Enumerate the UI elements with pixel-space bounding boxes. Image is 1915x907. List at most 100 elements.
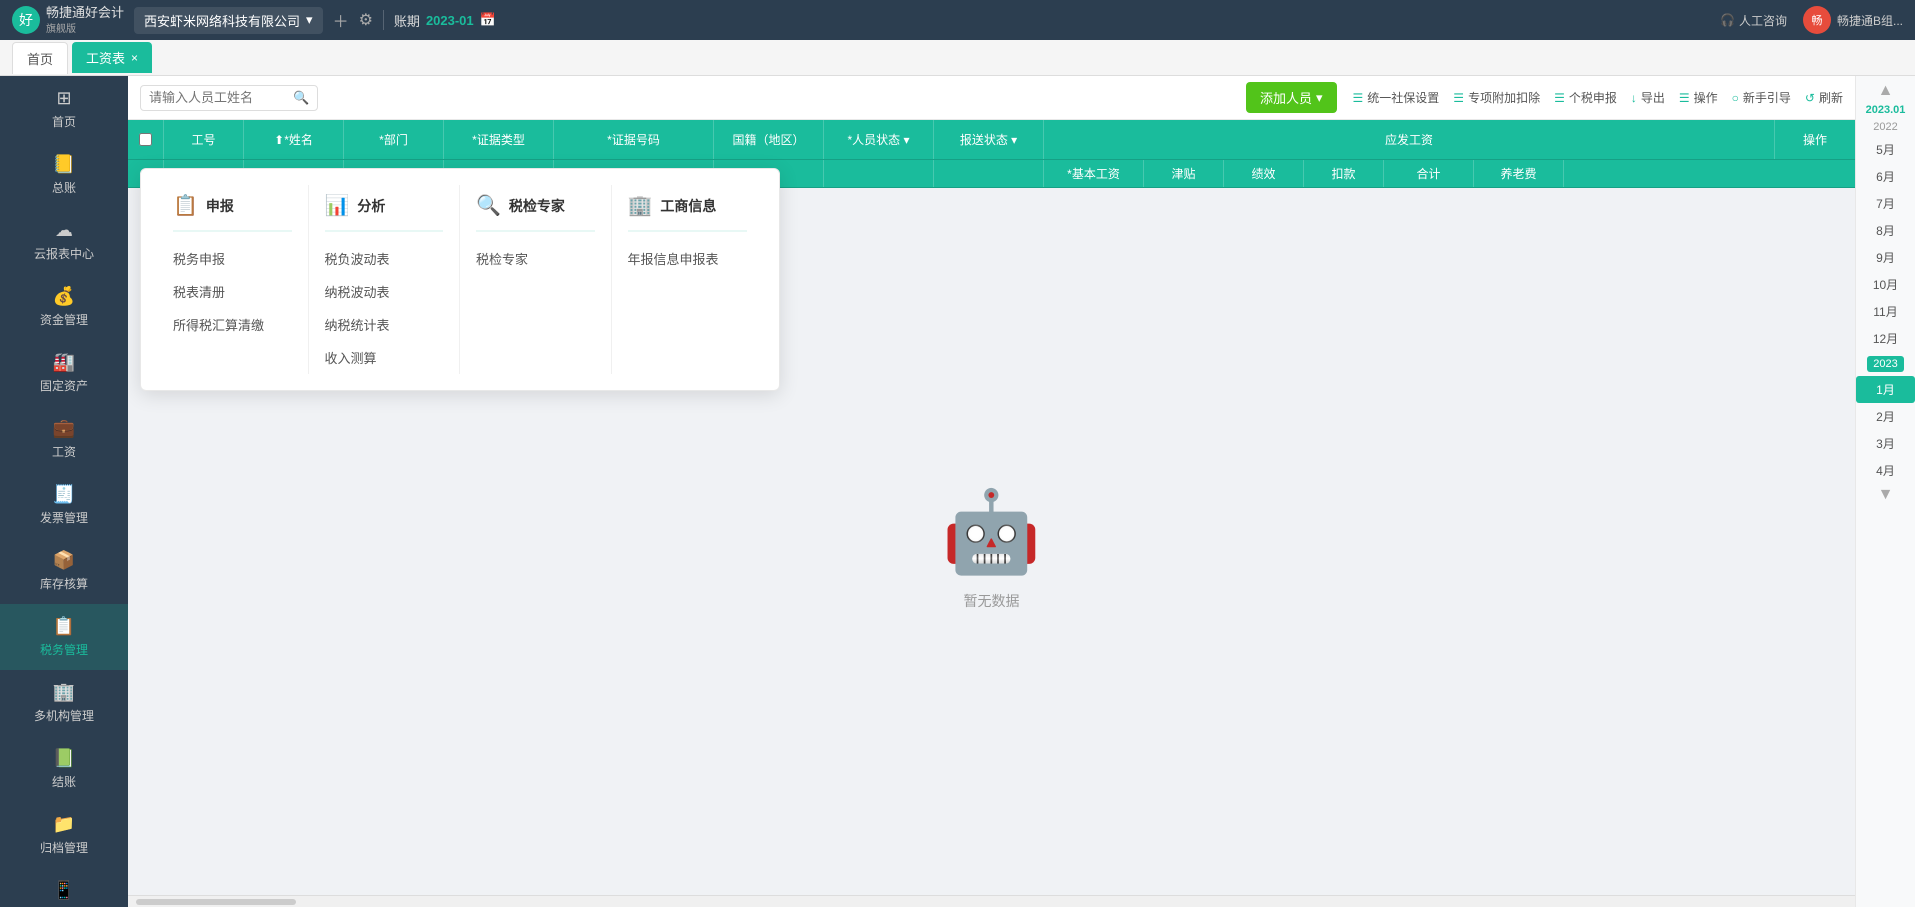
cal-month-2023-2月[interactable]: 2月 xyxy=(1856,403,1915,430)
search-input[interactable] xyxy=(149,90,289,105)
calendar-icon[interactable]: 📅 xyxy=(480,12,496,28)
cal-month-2022-7月[interactable]: 7月 xyxy=(1856,190,1915,217)
action-icon-0: ☰ xyxy=(1353,91,1364,105)
dropdown-item-1-3[interactable]: 收入测算 xyxy=(325,341,444,374)
empty-text: 暂无数据 xyxy=(964,591,1020,611)
scrollbar-area[interactable] xyxy=(128,895,1855,907)
th-perf: 绩效 xyxy=(1224,160,1304,187)
sidebar-label-11: 归档管理 xyxy=(40,839,88,856)
sidebar-icon-2: ☁ xyxy=(55,220,73,241)
sidebar-item-库存核算[interactable]: 📦 库存核算 xyxy=(0,538,128,604)
dropdown-item-0-0[interactable]: 税务申报 xyxy=(173,242,292,275)
user-area[interactable]: 畅 畅捷通B组... xyxy=(1803,6,1903,34)
dropdown-item-0-1[interactable]: 税表清册 xyxy=(173,275,292,308)
sidebar-item-结账[interactable]: 📗 结账 xyxy=(0,736,128,802)
dropdown-item-3-0[interactable]: 年报信息申报表 xyxy=(628,242,748,275)
main-layout: ⊞ 首页 📒 总账 ☁ 云报表中心 💰 资金管理 🏭 固定资产 💼 工资 🧾 发… xyxy=(0,76,1915,907)
toolbar-action-6[interactable]: ↺ 刷新 xyxy=(1805,89,1843,106)
cal-nav-down[interactable]: ▼ xyxy=(1878,484,1894,506)
sidebar-item-发票管理[interactable]: 🧾 发票管理 xyxy=(0,472,128,538)
cal-month-2022-10月[interactable]: 10月 xyxy=(1856,271,1915,298)
sidebar-icon-0: ⊞ xyxy=(56,88,71,109)
dropdown-section-zhuanjia: 🔍 税检专家 税检专家 xyxy=(460,185,612,374)
sidebar-item-归档管理[interactable]: 📁 归档管理 xyxy=(0,802,128,868)
toolbar-action-4[interactable]: ☰操作 xyxy=(1679,89,1718,106)
content-area: 🔍 添加人员 ▾ ☰统一社保设置☰专项附加扣除☰个税申报↓导出☰操作○新手引导↺… xyxy=(128,76,1855,907)
sidebar-item-资金管理[interactable]: 💰 资金管理 xyxy=(0,274,128,340)
sidebar-icon-11: 📁 xyxy=(53,814,75,835)
period-display: 2023.01 xyxy=(1866,102,1906,118)
sidebar-label-6: 发票管理 xyxy=(40,509,88,526)
tab-home[interactable]: 首页 xyxy=(12,42,68,74)
scrollbar-thumb[interactable] xyxy=(136,899,296,905)
dropdown-item-1-2[interactable]: 纳税统计表 xyxy=(325,308,444,341)
sidebar-icon-8: 📋 xyxy=(53,616,75,637)
cal-month-2022-6月[interactable]: 6月 xyxy=(1856,163,1915,190)
logo-text: 畅捷通好会计 xyxy=(46,5,124,21)
toolbar-actions: ☰统一社保设置☰专项附加扣除☰个税申报↓导出☰操作○新手引导↺刷新 xyxy=(1353,89,1843,106)
th-pension: 养老费 xyxy=(1474,160,1564,187)
th-area: 国籍（地区） xyxy=(714,120,824,159)
dropdown-item-2-0[interactable]: 税检专家 xyxy=(476,242,595,275)
toolbar-action-5[interactable]: ○新手引导 xyxy=(1732,89,1791,106)
sidebar-label-1: 总账 xyxy=(52,179,76,196)
tab-payroll[interactable]: 工资表 × xyxy=(72,42,152,73)
th-salary-group: 应发工资 xyxy=(1044,120,1775,159)
cal-month-2022-5月[interactable]: 5月 xyxy=(1856,136,1915,163)
sidebar-item-首页[interactable]: ⊞ 首页 xyxy=(0,76,128,142)
period-label: 账期 xyxy=(394,11,420,30)
sidebar-item-税务管理[interactable]: 📋 税务管理 xyxy=(0,604,128,670)
cal-month-2022-12月[interactable]: 12月 xyxy=(1856,325,1915,352)
add-company-icon[interactable]: ＋ xyxy=(333,8,349,32)
cal-month-2022-9月[interactable]: 9月 xyxy=(1856,244,1915,271)
cal-month-2023-3月[interactable]: 3月 xyxy=(1856,430,1915,457)
action-label-2: 个税申报 xyxy=(1569,89,1617,106)
section-title-0: 申报 xyxy=(206,196,234,216)
sidebar-item-固定资产[interactable]: 🏭 固定资产 xyxy=(0,340,128,406)
section-icon-3: 🏢 xyxy=(628,193,653,218)
divider xyxy=(383,10,384,30)
tab-payroll-label: 工资表 xyxy=(86,48,125,67)
tab-close-icon[interactable]: × xyxy=(131,51,138,65)
toolbar-action-3[interactable]: ↓导出 xyxy=(1631,89,1665,106)
sidebar-item-云报表中心[interactable]: ☁ 云报表中心 xyxy=(0,208,128,274)
cal-month-2022-8月[interactable]: 8月 xyxy=(1856,217,1915,244)
action-label-1: 专项附加扣除 xyxy=(1468,89,1540,106)
th-checkbox[interactable] xyxy=(128,120,164,159)
toolbar-action-2[interactable]: ☰个税申报 xyxy=(1554,89,1617,106)
sidebar-icon-9: 🏢 xyxy=(53,682,75,703)
dropdown-item-1-1[interactable]: 纳税波动表 xyxy=(325,275,444,308)
th-total: 合计 xyxy=(1384,160,1474,187)
toolbar-action-0[interactable]: ☰统一社保设置 xyxy=(1353,89,1440,106)
dropdown-section-fenxi: 📊 分析 税负波动表纳税波动表纳税统计表收入测算 xyxy=(309,185,461,374)
sidebar-item-多机构管理[interactable]: 🏢 多机构管理 xyxy=(0,670,128,736)
sidebar-icon-4: 🏭 xyxy=(53,352,75,373)
company-selector[interactable]: 西安虾米网络科技有限公司 ▾ xyxy=(134,7,323,34)
dropdown-overlay: 📋 申报 税务申报税表清册所得税汇算清缴 📊 分析 税负波动表纳税波动表纳税统计… xyxy=(140,168,780,391)
logo-icon: 好 xyxy=(12,6,40,34)
dropdown-item-0-2[interactable]: 所得税汇算清缴 xyxy=(173,308,292,341)
cal-month-2023-4月[interactable]: 4月 xyxy=(1856,457,1915,484)
section-icon-1: 📊 xyxy=(325,193,350,218)
add-chevron-icon: ▾ xyxy=(1316,90,1323,106)
sidebar-item-小畅报销[interactable]: 📱 小畅报销 xyxy=(0,868,128,907)
settings-icon[interactable]: ⚙ xyxy=(359,10,373,30)
action-label-6: 刷新 xyxy=(1819,89,1843,106)
sidebar-item-工资[interactable]: 💼 工资 xyxy=(0,406,128,472)
customer-service-btn[interactable]: 🎧 人工咨询 xyxy=(1720,12,1787,29)
cal-nav-up[interactable]: ▲ xyxy=(1878,80,1894,102)
dropdown-item-1-0[interactable]: 税负波动表 xyxy=(325,242,444,275)
search-icon[interactable]: 🔍 xyxy=(293,90,309,106)
cal-month-2022-11月[interactable]: 11月 xyxy=(1856,298,1915,325)
toolbar-action-1[interactable]: ☰专项附加扣除 xyxy=(1453,89,1540,106)
action-label-3: 导出 xyxy=(1641,89,1665,106)
cal-month-2023-1月[interactable]: 1月 xyxy=(1856,376,1915,403)
add-person-button[interactable]: 添加人员 ▾ xyxy=(1246,82,1337,113)
sidebar-item-总账[interactable]: 📒 总账 xyxy=(0,142,128,208)
action-icon-6: ↺ xyxy=(1805,91,1815,105)
user-name: 畅捷通B组... xyxy=(1837,12,1903,29)
th-op2 xyxy=(1564,160,1644,187)
section-title-1: 分析 xyxy=(357,196,385,216)
tab-home-label: 首页 xyxy=(27,52,53,67)
select-all-checkbox[interactable] xyxy=(139,133,152,146)
